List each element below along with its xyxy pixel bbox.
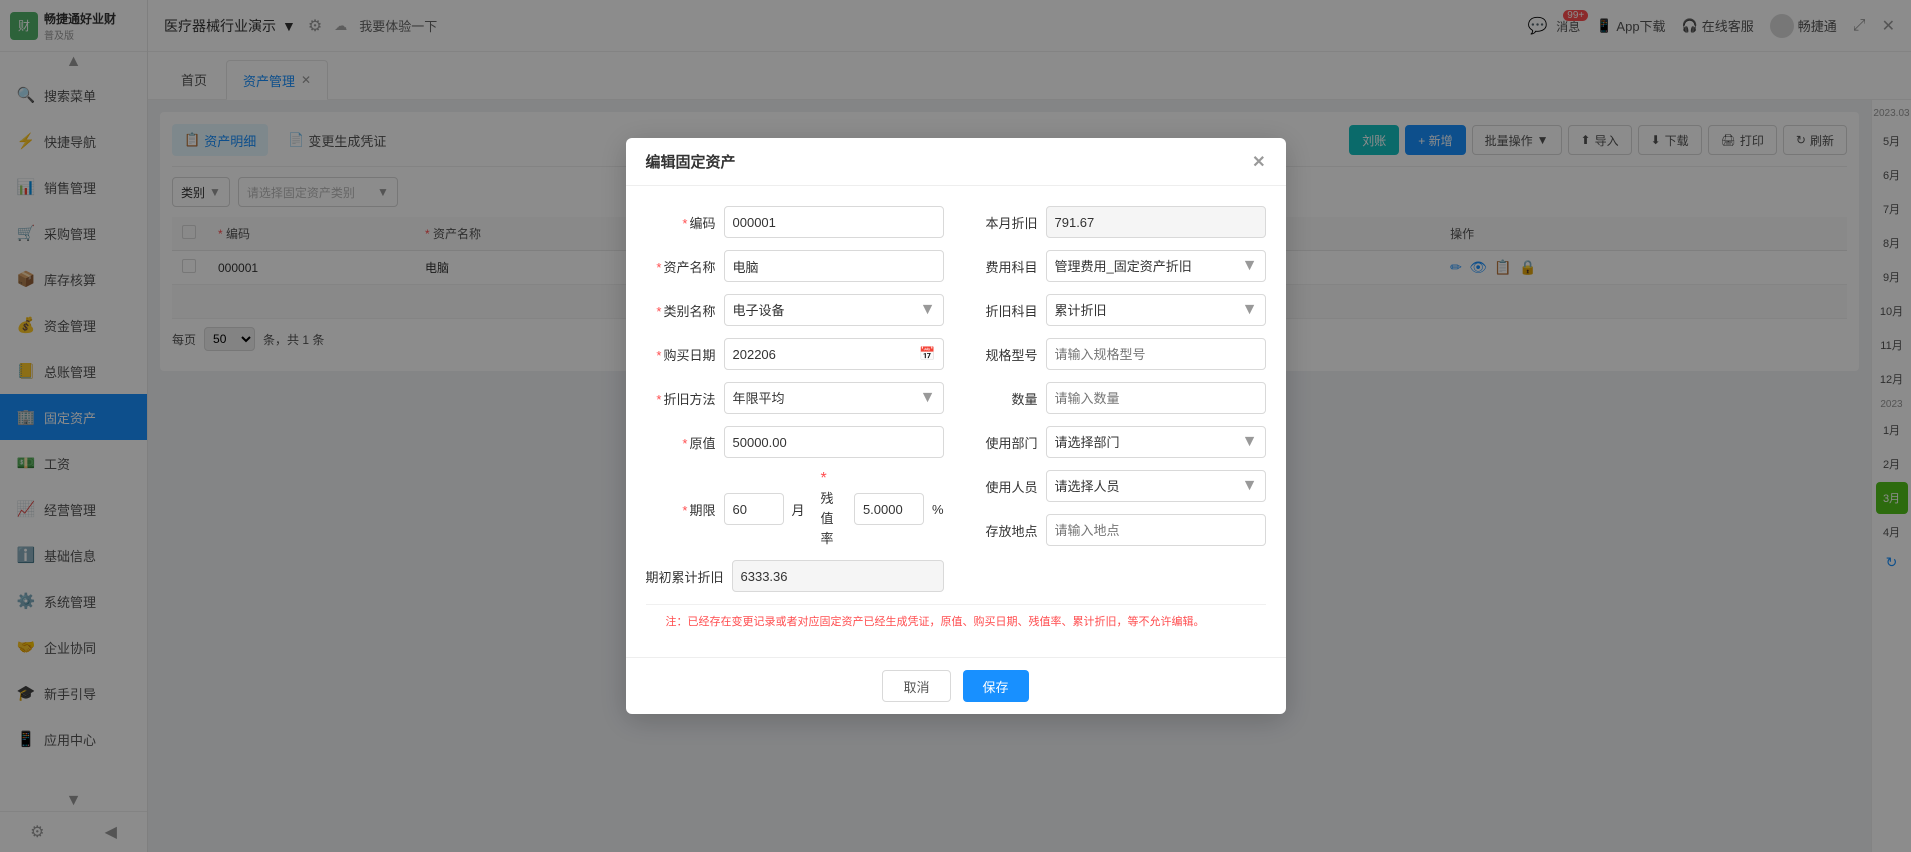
input-monthly-dep — [1046, 206, 1266, 238]
form-row-department: 使用部门 请选择部门 ▼ — [968, 426, 1266, 458]
label-quantity: 数量 — [968, 389, 1038, 408]
select-dep-subject[interactable]: 累计折旧 — [1046, 294, 1266, 326]
form-row-code: *编码 — [646, 206, 944, 238]
period-unit-label: 月 — [792, 500, 805, 519]
label-name: *资产名称 — [646, 257, 716, 276]
form-row-category: *类别名称 电子设备 ▼ — [646, 294, 944, 326]
select-category[interactable]: 电子设备 — [724, 294, 944, 326]
select-wrap-user: 请选择人员 ▼ — [1046, 470, 1266, 502]
residual-rate-unit: % — [932, 502, 944, 517]
select-dep-method[interactable]: 年限平均 — [724, 382, 944, 414]
input-original-value[interactable] — [724, 426, 944, 458]
input-initial-dep[interactable] — [732, 560, 944, 592]
save-button[interactable]: 保存 — [963, 670, 1029, 702]
form-row-monthly-dep: 本月折旧 — [968, 206, 1266, 238]
form-row-location: 存放地点 — [968, 514, 1266, 546]
input-name[interactable] — [724, 250, 944, 282]
modal-overlay: 编辑固定资产 ✕ *编码 *资产名称 — [0, 0, 1911, 852]
form-hint-text: 注：已经存在变更记录或者对应固定资产已经生成凭证，原值、购买日期、残值率、累计折… — [646, 604, 1266, 637]
input-location[interactable] — [1046, 514, 1266, 546]
form-row-quantity: 数量 — [968, 382, 1266, 414]
form-row-original-value: *原值 — [646, 426, 944, 458]
form-row-expense-subject: 费用科目 管理费用_固定资产折旧 ▼ — [968, 250, 1266, 282]
select-wrap-category: 电子设备 ▼ — [724, 294, 944, 326]
modal-title: 编辑固定资产 — [646, 151, 736, 172]
label-spec: 规格型号 — [968, 345, 1038, 364]
label-expense-subject: 费用科目 — [968, 257, 1038, 276]
label-department: 使用部门 — [968, 433, 1038, 452]
form-row-dep-method: *折旧方法 年限平均 ▼ — [646, 382, 944, 414]
label-code: *编码 — [646, 213, 716, 232]
form-row-period: *期限 月 * 残值率 % — [646, 470, 944, 548]
input-residual-rate[interactable] — [854, 493, 924, 525]
form-row-spec: 规格型号 — [968, 338, 1266, 370]
modal-form-grid: *编码 *资产名称 *类别名称 电子设备 — [646, 206, 1266, 596]
label-dep-subject: 折旧科目 — [968, 301, 1038, 320]
modal-left-col: *编码 *资产名称 *类别名称 电子设备 — [646, 206, 944, 596]
residual-rate-label: * 残值率 — [821, 470, 842, 548]
select-wrap-dep-method: 年限平均 ▼ — [724, 382, 944, 414]
select-wrap-expense-subject: 管理费用_固定资产折旧 ▼ — [1046, 250, 1266, 282]
label-category: *类别名称 — [646, 301, 716, 320]
label-purchase-date: *购买日期 — [646, 345, 716, 364]
input-code[interactable] — [724, 206, 944, 238]
form-row-user: 使用人员 请选择人员 ▼ — [968, 470, 1266, 502]
purchase-date-wrap: 📅 — [724, 338, 944, 370]
label-monthly-dep: 本月折旧 — [968, 213, 1038, 232]
select-wrap-department: 请选择部门 ▼ — [1046, 426, 1266, 458]
input-purchase-date[interactable] — [724, 338, 944, 370]
modal-close-button[interactable]: ✕ — [1252, 152, 1265, 172]
label-user: 使用人员 — [968, 477, 1038, 496]
input-quantity[interactable] — [1046, 382, 1266, 414]
input-spec[interactable] — [1046, 338, 1266, 370]
input-period[interactable] — [724, 493, 784, 525]
cancel-button[interactable]: 取消 — [882, 670, 950, 702]
save-label: 保存 — [983, 680, 1009, 695]
edit-asset-modal: 编辑固定资产 ✕ *编码 *资产名称 — [626, 138, 1286, 714]
modal-footer: 取消 保存 — [626, 657, 1286, 714]
cancel-label: 取消 — [903, 680, 929, 695]
form-row-dep-subject: 折旧科目 累计折旧 ▼ — [968, 294, 1266, 326]
label-original-value: *原值 — [646, 433, 716, 452]
select-expense-subject[interactable]: 管理费用_固定资产折旧 — [1046, 250, 1266, 282]
modal-header: 编辑固定资产 ✕ — [626, 138, 1286, 186]
form-row-name: *资产名称 — [646, 250, 944, 282]
calendar-icon: 📅 — [919, 346, 935, 362]
label-period: *期限 — [646, 500, 716, 519]
select-user[interactable]: 请选择人员 — [1046, 470, 1266, 502]
modal-right-col: 本月折旧 费用科目 管理费用_固定资产折旧 ▼ — [968, 206, 1266, 596]
select-wrap-dep-subject: 累计折旧 ▼ — [1046, 294, 1266, 326]
modal-body: *编码 *资产名称 *类别名称 电子设备 — [626, 186, 1286, 657]
select-department[interactable]: 请选择部门 — [1046, 426, 1266, 458]
form-row-initial-dep: 期初累计折旧 — [646, 560, 944, 592]
label-dep-method: *折旧方法 — [646, 389, 716, 408]
label-location: 存放地点 — [968, 521, 1038, 540]
label-initial-dep: 期初累计折旧 — [646, 567, 724, 586]
form-row-purchase-date: *购买日期 📅 — [646, 338, 944, 370]
